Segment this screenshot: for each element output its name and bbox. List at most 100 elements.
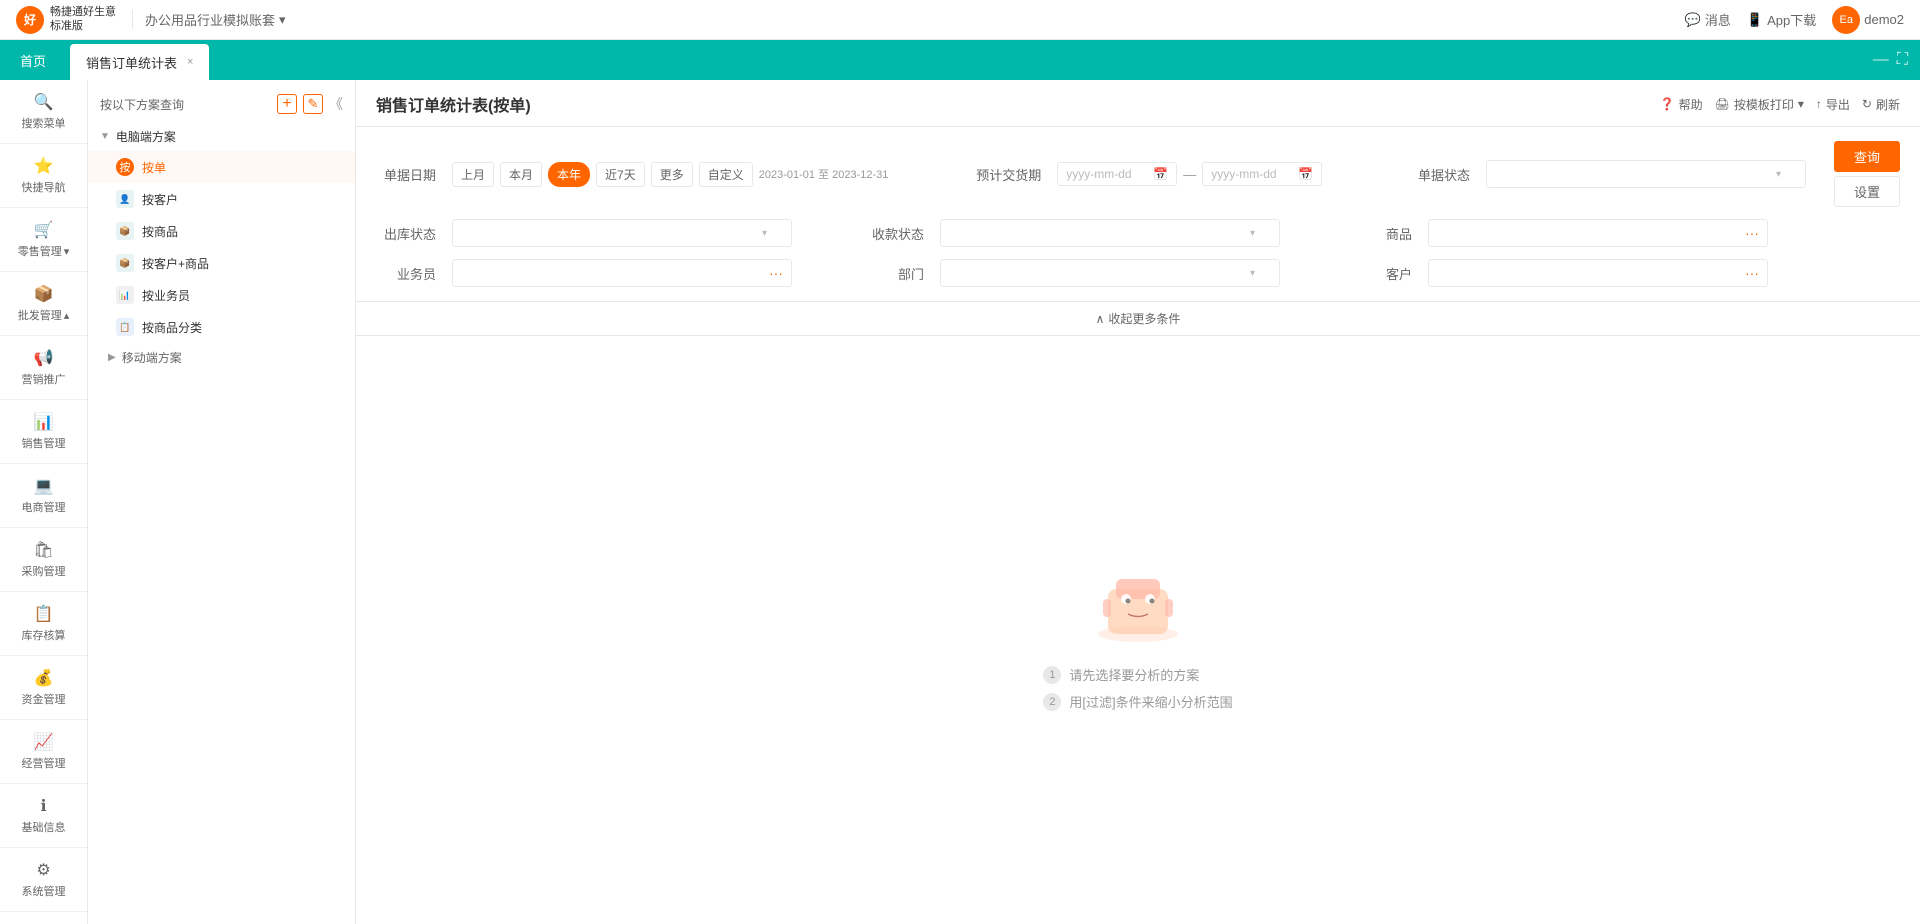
dept-select[interactable]: ▾ — [940, 259, 1280, 287]
purchase-icon: 🛍 — [33, 540, 53, 560]
staff-label: 业务员 — [376, 264, 436, 283]
sidebar-item-retail[interactable]: 🛒 零售管理▾ — [0, 208, 87, 272]
print-button[interactable]: 🖨 按模板打印 ▾ — [1715, 96, 1804, 113]
sidebar-item-system[interactable]: ⚙ 系统管理 — [0, 848, 87, 912]
system-icon: ⚙ — [36, 860, 50, 880]
date-btn-custom[interactable]: 自定义 — [699, 162, 753, 187]
content-area: 按以下方案查询 + ✎ 《 ▼ 电脑端方案 按 按单 👤 — [88, 80, 1920, 924]
payment-label: 收款状态 — [864, 224, 924, 243]
sidebar-item-marketing[interactable]: 📢 营销推广 — [0, 336, 87, 400]
scheme-item-by-customer[interactable]: 👤 按客户 — [88, 183, 355, 215]
customer-dotdot[interactable]: ··· — [1745, 265, 1759, 281]
pc-group-title[interactable]: ▼ 电脑端方案 — [88, 122, 355, 151]
date-label: 单据日期 — [376, 165, 436, 184]
tabbar: 首页 销售订单统计表 × — ⛶ — [0, 40, 1920, 80]
scheme-item-by-order[interactable]: 按 按单 — [88, 151, 355, 183]
sidebar-item-sales[interactable]: 📊 销售管理 — [0, 400, 87, 464]
collapse-panel-button[interactable]: 《 — [329, 94, 343, 114]
sidebar-item-ecommerce[interactable]: 💻 电商管理 — [0, 464, 87, 528]
empty-tip-1: 1 请先选择要分析的方案 — [1043, 665, 1232, 684]
date-btn-last-month[interactable]: 上月 — [452, 162, 494, 187]
expected-date-start[interactable]: yyyy-mm-dd 📅 — [1057, 162, 1177, 186]
status-select[interactable]: ▾ — [1486, 160, 1806, 188]
date-btn-this-year[interactable]: 本年 — [548, 162, 590, 187]
download-icon: 📱 — [1747, 12, 1763, 28]
scheme-item-by-goods[interactable]: 📦 按商品 — [88, 215, 355, 247]
sidebar-item-finance[interactable]: 💰 资金管理 — [0, 656, 87, 720]
query-button[interactable]: 查询 — [1834, 141, 1900, 172]
by-customer-icon: 👤 — [116, 190, 134, 208]
message-button[interactable]: 💬 消息 — [1685, 10, 1731, 29]
date-btn-7days[interactable]: 近7天 — [596, 162, 645, 187]
dept-arrow: ▾ — [1250, 268, 1255, 279]
sidebar-item-purchase[interactable]: 🛍 采购管理 — [0, 528, 87, 592]
basic-info-icon: ℹ — [40, 796, 46, 816]
sidebar-item-basic-info[interactable]: ℹ 基础信息 — [0, 784, 87, 848]
logo-area: 好 畅捷通好生意 标准版 — [16, 6, 116, 34]
dept-label: 部门 — [864, 264, 924, 283]
sidebar-item-inventory[interactable]: 📋 库存核算 — [0, 592, 87, 656]
tab-controls: — ⛶ — [1873, 51, 1920, 69]
calendar-icon-2: 📅 — [1298, 167, 1313, 181]
collapse-bar[interactable]: ∧ 收起更多条件 — [356, 302, 1920, 336]
empty-tips: 1 请先选择要分析的方案 2 用[过滤]条件来缩小分析范围 — [1043, 665, 1232, 711]
tab-active[interactable]: 销售订单统计表 × — [70, 44, 209, 80]
goods-label: 商品 — [1352, 224, 1412, 243]
help-button[interactable]: ❓ 帮助 — [1660, 96, 1703, 113]
tab-minimize-icon[interactable]: — — [1873, 51, 1889, 69]
staff-input[interactable]: ··· — [452, 259, 792, 287]
status-label: 单据状态 — [1410, 165, 1470, 184]
delivery-select[interactable]: ▾ — [452, 219, 792, 247]
by-goods-icon: 📦 — [116, 222, 134, 240]
date-buttons-group: 上月 本月 本年 近7天 更多 自定义 2023-01-01 至 2023-12… — [452, 162, 888, 187]
finance-icon: 💰 — [34, 668, 54, 688]
refresh-button[interactable]: ↻ 刷新 — [1862, 96, 1900, 113]
by-cust-goods-icon: 📦 — [116, 254, 134, 272]
left-panel-header: 按以下方案查询 + ✎ 《 — [88, 90, 355, 122]
date-btn-this-month[interactable]: 本月 — [500, 162, 542, 187]
app-download-button[interactable]: 📱 App下载 — [1747, 10, 1816, 29]
app-selector[interactable]: 办公用品行业模拟账套 ▾ — [132, 10, 286, 29]
scheme-item-by-customer-goods[interactable]: 📦 按客户+商品 — [88, 247, 355, 279]
filter-area: 单据日期 上月 本月 本年 近7天 更多 自定义 2023-01-01 至 20… — [356, 127, 1920, 302]
scheme-item-by-staff[interactable]: 📊 按业务员 — [88, 279, 355, 311]
avatar: Ea — [1832, 6, 1860, 34]
topbar-left: 好 畅捷通好生意 标准版 办公用品行业模拟账套 ▾ — [16, 6, 286, 34]
expected-date-input: yyyy-mm-dd 📅 — yyyy-mm-dd 📅 — [1057, 162, 1322, 186]
payment-select[interactable]: ▾ — [940, 219, 1280, 247]
customer-input[interactable]: ··· — [1428, 259, 1768, 287]
sidebar-item-operations[interactable]: 📈 经营管理 — [0, 720, 87, 784]
sales-icon: 📊 — [34, 412, 54, 432]
filter-row-1: 单据日期 上月 本月 本年 近7天 更多 自定义 2023-01-01 至 20… — [376, 141, 1900, 207]
sidebar-item-search[interactable]: 🔍 搜索菜单 — [0, 80, 87, 144]
goods-dotdot[interactable]: ··· — [1745, 225, 1759, 241]
topbar: 好 畅捷通好生意 标准版 办公用品行业模拟账套 ▾ 💬 消息 📱 App下载 E… — [0, 0, 1920, 40]
main-layout: 🔍 搜索菜单 ⭐ 快捷导航 🛒 零售管理▾ 📦 批发管理▴ 📢 营销推广 📊 销… — [0, 80, 1920, 924]
tip-num-2: 2 — [1043, 693, 1061, 711]
tab-close-icon[interactable]: × — [187, 56, 193, 68]
page-title: 销售订单统计表(按单) — [376, 92, 531, 116]
staff-dotdot[interactable]: ··· — [769, 265, 783, 281]
mobile-group-title[interactable]: ▶ 移动端方案 — [88, 343, 355, 372]
marketing-icon: 📢 — [34, 348, 54, 368]
customer-label: 客户 — [1352, 264, 1412, 283]
settings-button[interactable]: 设置 — [1834, 176, 1900, 207]
by-order-icon: 按 — [116, 158, 134, 176]
sidebar-item-enterprise[interactable]: 🤝 企业协同 — [0, 912, 87, 924]
scheme-item-by-category[interactable]: 📋 按商品分类 — [88, 311, 355, 343]
export-button[interactable]: ↑ 导出 — [1816, 96, 1850, 113]
tab-home[interactable]: 首页 — [0, 40, 66, 80]
by-category-icon: 📋 — [116, 318, 134, 336]
add-scheme-button[interactable]: + — [277, 94, 297, 114]
tab-maximize-icon[interactable]: ⛶ — [1897, 51, 1908, 69]
sidebar-item-quick-nav[interactable]: ⭐ 快捷导航 — [0, 144, 87, 208]
ecommerce-icon: 💻 — [34, 476, 54, 496]
filter-row-2: 出库状态 ▾ 收款状态 ▾ 商品 ··· — [376, 219, 1900, 247]
user-menu[interactable]: Ea demo2 — [1832, 6, 1904, 34]
sidebar-item-wholesale[interactable]: 📦 批发管理▴ — [0, 272, 87, 336]
goods-input[interactable]: ··· — [1428, 219, 1768, 247]
expected-date-end[interactable]: yyyy-mm-dd 📅 — [1202, 162, 1322, 186]
date-btn-more[interactable]: 更多 — [651, 162, 693, 187]
edit-scheme-button[interactable]: ✎ — [303, 94, 323, 114]
chevron-down-icon: ▾ — [279, 12, 286, 28]
